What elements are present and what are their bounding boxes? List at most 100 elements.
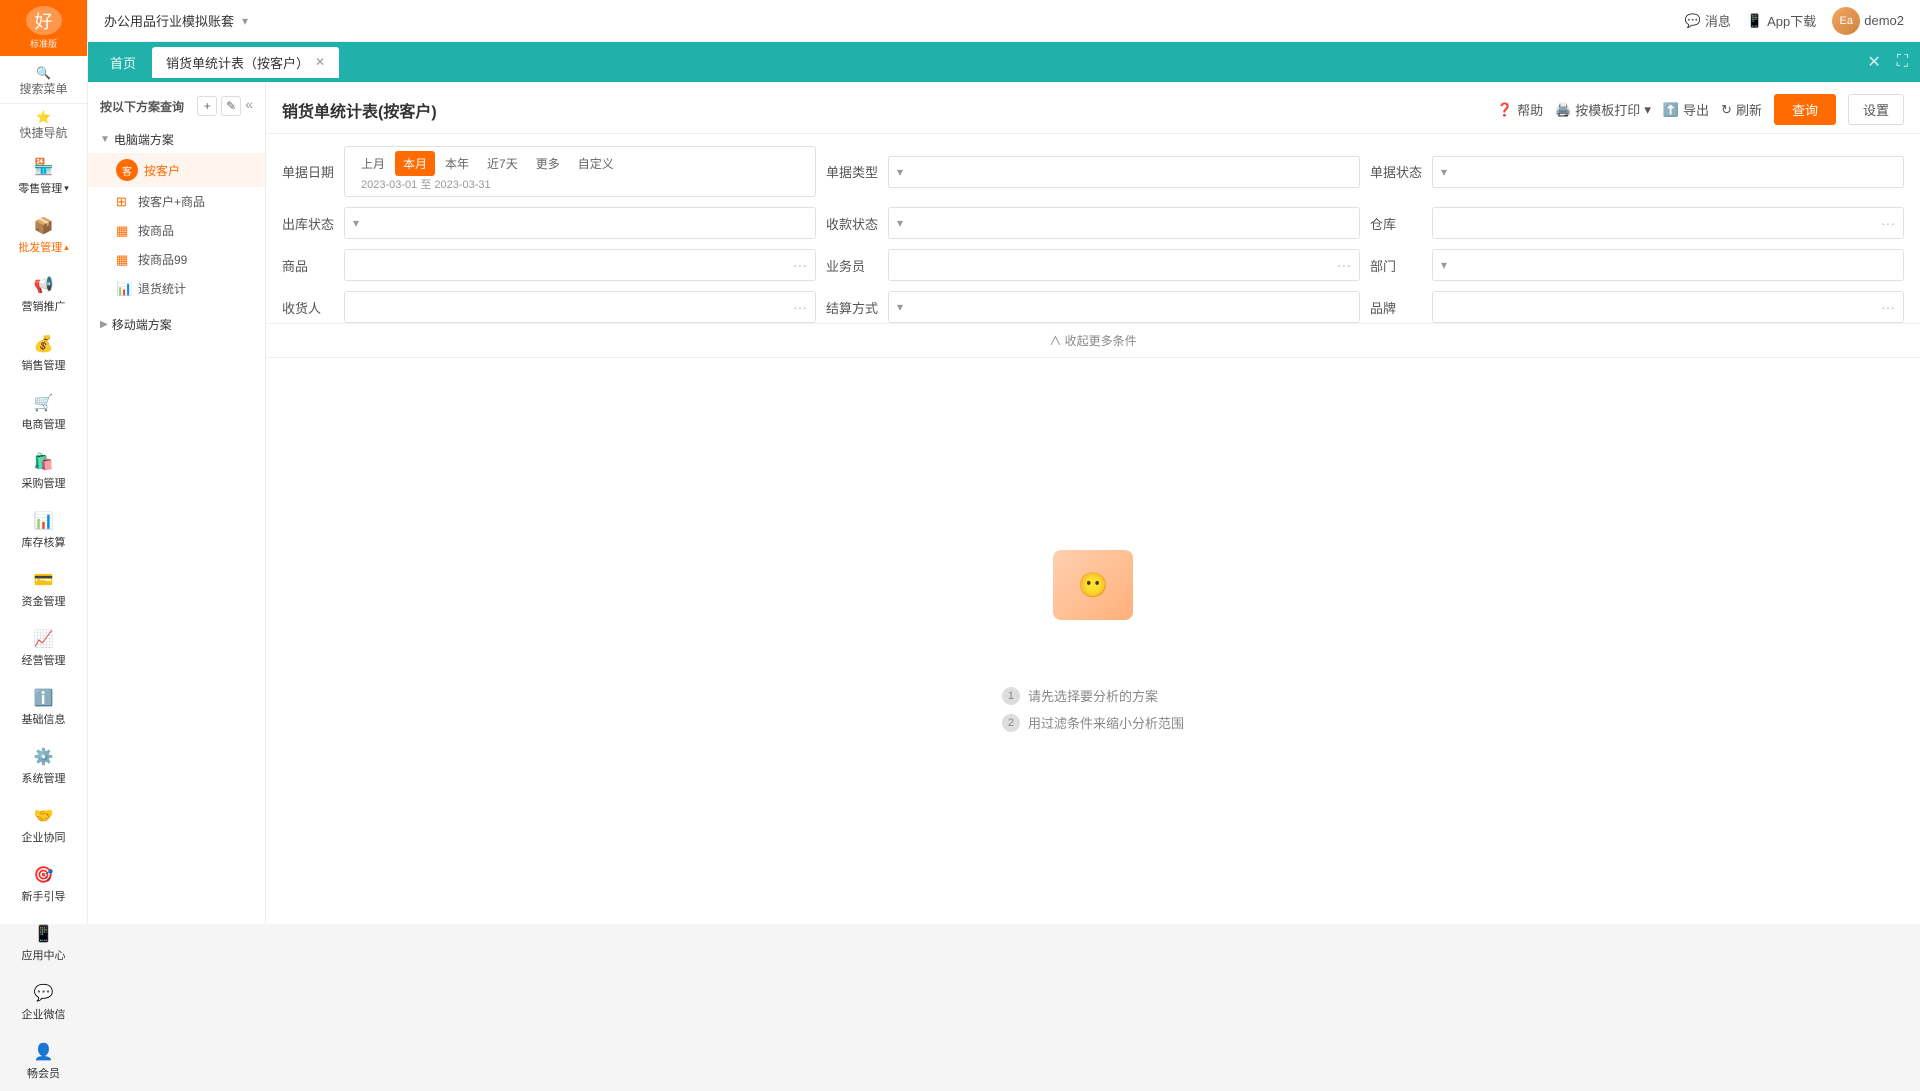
warehouse-label: 仓库 [1370, 214, 1426, 233]
search-button[interactable]: 查询 [1774, 94, 1836, 125]
empty-tip-2: 2 用过滤条件来缩小分析范围 [1002, 713, 1184, 732]
date-tab-more[interactable]: 更多 [528, 151, 568, 176]
salesman-dots: ··· [1337, 257, 1351, 273]
sidebar-item-purchase[interactable]: 🛍️ 采购管理 [0, 442, 87, 501]
settings-button[interactable]: 设置 [1848, 94, 1904, 125]
mobile-group-arrow: ▶ [100, 319, 108, 330]
date-tab-last-7[interactable]: 近7天 [479, 151, 526, 176]
receive-status-control[interactable]: ▾ [888, 207, 1360, 239]
sidebar-item-guide[interactable]: 🎯 新手引导 [0, 855, 87, 914]
dept-label: 部门 [1370, 256, 1426, 275]
sidebar-item-ecommerce[interactable]: 🛒 电商管理 [0, 383, 87, 442]
sidebar-item-inventory[interactable]: 📊 库存核算 [0, 501, 87, 560]
collapse-panel-button[interactable]: « [245, 96, 253, 116]
doc-status-control[interactable]: ▾ [1432, 156, 1904, 188]
scheme-icon-customer: 客 [116, 159, 138, 181]
topbar-dropdown-arrow[interactable]: ▾ [242, 14, 248, 28]
tab-sales-stat[interactable]: 销货单统计表（按客户） ✕ [152, 47, 339, 78]
salesman-control[interactable]: ··· [888, 249, 1360, 281]
receiver-label: 收货人 [282, 298, 338, 317]
receiver-dots: ··· [793, 299, 807, 315]
topbar: 办公用品行业模拟账套 ▾ 💬 消息 📱 App下载 Ea demo2 [88, 0, 1920, 42]
scheme-by-customer[interactable]: 客 按客户 [88, 153, 265, 187]
warehouse-control[interactable]: ··· [1432, 207, 1904, 239]
sidebar-item-app-center[interactable]: 📱 应用中心 [0, 914, 87, 973]
scheme-by-goods-99[interactable]: ▦ 按商品99 [88, 245, 265, 274]
settlement-label: 结算方式 [826, 298, 882, 317]
doc-type-chevron: ▾ [897, 165, 903, 179]
filter-row-1: 单据日期 上月 本月 本年 近7天 更多 自定义 2023-03-01 至 20… [282, 146, 1904, 197]
print-dropdown-arrow: ▾ [1644, 102, 1651, 118]
filter-doc-status: 单据状态 ▾ [1370, 146, 1904, 197]
sidebar-item-basic[interactable]: ℹ️ 基础信息 [0, 678, 87, 737]
collapse-more-button[interactable]: ∧ 收起更多条件 [266, 323, 1920, 358]
sidebar-item-wholesale[interactable]: 📦 批发管理 ▴ [0, 206, 87, 265]
sidebar-item-enterprise[interactable]: 🤝 企业协同 [0, 796, 87, 855]
date-tab-this-year[interactable]: 本年 [437, 151, 477, 176]
goods-control[interactable]: ··· [344, 249, 816, 281]
sidebar-item-operation[interactable]: 📈 经营管理 [0, 619, 87, 678]
refresh-button[interactable]: ↻ 刷新 [1721, 100, 1762, 119]
receiver-control[interactable]: ··· [344, 291, 816, 323]
brand-label: 品牌 [1370, 298, 1426, 317]
main-area: 办公用品行业模拟账套 ▾ 💬 消息 📱 App下载 Ea demo2 首页 销货… [88, 0, 1920, 924]
date-tab-last-month[interactable]: 上月 [353, 151, 393, 176]
content-area: 按以下方案查询 + ✎ « ▼ 电脑端方案 客 按客户 ⊞ [88, 82, 1920, 924]
home-tab-label: 首页 [110, 53, 136, 72]
sidebar-item-wechat[interactable]: 💬 企业微信 [0, 973, 87, 1032]
date-tab-custom[interactable]: 自定义 [570, 151, 622, 176]
app-download-button[interactable]: 📱 App下载 [1747, 11, 1816, 30]
message-button[interactable]: 💬 消息 [1685, 11, 1731, 30]
filter-dept: 部门 ▾ [1370, 249, 1904, 281]
tab-close-all-button[interactable]: ✕ [1863, 50, 1884, 74]
tab-close-button[interactable]: ✕ [315, 55, 325, 69]
settlement-control[interactable]: ▾ [888, 291, 1360, 323]
mobile-group-header[interactable]: ▶ 移动端方案 [88, 311, 265, 338]
edit-scheme-button[interactable]: ✎ [221, 96, 241, 116]
scheme-by-goods[interactable]: ▦ 按商品 [88, 216, 265, 245]
date-label: 单据日期 [282, 162, 338, 181]
left-panel: 按以下方案查询 + ✎ « ▼ 电脑端方案 客 按客户 ⊞ [88, 82, 266, 924]
filter-receive-status: 收款状态 ▾ [826, 207, 1360, 239]
export-button[interactable]: ⬆️ 导出 [1663, 100, 1709, 119]
empty-state: 😶 1 请先选择要分析的方案 2 用过滤条件来缩小分析范围 [266, 358, 1920, 924]
date-tab-this-month[interactable]: 本月 [395, 151, 435, 176]
goods-dots: ··· [793, 257, 807, 273]
dept-control[interactable]: ▾ [1432, 249, 1904, 281]
scheme-refund-stat[interactable]: 📊 退货统计 [88, 274, 265, 303]
sidebar-item-search[interactable]: 🔍 搜索菜单 [0, 56, 87, 103]
sidebar-item-finance[interactable]: 💳 资金管理 [0, 560, 87, 619]
scheme-by-customer-goods[interactable]: ⊞ 按客户+商品 [88, 187, 265, 216]
export-icon: ⬆️ [1663, 102, 1679, 118]
sidebar-item-quick-nav[interactable]: ⭐ 快捷导航 [0, 103, 87, 147]
desktop-scheme-group: ▼ 电脑端方案 客 按客户 ⊞ 按客户+商品 ▦ 按商品 ▦ 按商品 [88, 122, 265, 307]
warehouse-dots: ··· [1881, 215, 1895, 231]
date-control[interactable]: 上月 本月 本年 近7天 更多 自定义 2023-03-01 至 2023-03… [344, 146, 816, 197]
tabbar: 首页 销货单统计表（按客户） ✕ ✕ ⛶ [88, 42, 1920, 82]
sidebar-item-retail[interactable]: 🏪 零售管理 ▾ [0, 147, 87, 206]
sidebar-item-member[interactable]: 👤 畅会员 [0, 1032, 87, 1091]
desktop-group-header[interactable]: ▼ 电脑端方案 [88, 126, 265, 153]
help-button[interactable]: ❓ 帮助 [1497, 100, 1543, 119]
scheme-icon-bar: ⊞ [116, 194, 132, 210]
sidebar-item-system[interactable]: ⚙️ 系统管理 [0, 737, 87, 796]
scheme-icon-table: ▦ [116, 223, 132, 239]
topbar-right: 💬 消息 📱 App下载 Ea demo2 [1685, 7, 1904, 35]
sales-stat-tab-label: 销货单统计表（按客户） [166, 53, 309, 72]
add-scheme-button[interactable]: + [197, 96, 217, 116]
user-menu[interactable]: Ea demo2 [1832, 7, 1904, 35]
brand-control[interactable]: ··· [1432, 291, 1904, 323]
empty-tip-1: 1 请先选择要分析的方案 [1002, 686, 1184, 705]
print-button[interactable]: 🖨️ 按模板打印 ▾ [1555, 100, 1651, 119]
out-status-control[interactable]: ▾ [344, 207, 816, 239]
panel-actions: + ✎ « [197, 96, 253, 116]
sidebar-item-sales[interactable]: 💰 销售管理 [0, 324, 87, 383]
sidebar-item-marketing[interactable]: 📢 营销推广 [0, 265, 87, 324]
filter-warehouse: 仓库 ··· [1370, 207, 1904, 239]
doc-type-control[interactable]: ▾ [888, 156, 1360, 188]
tab-home[interactable]: 首页 [96, 47, 150, 78]
filter-row-2: 出库状态 ▾ 收款状态 ▾ 仓库 ··· [282, 207, 1904, 239]
tab-maximize-button[interactable]: ⛶ [1893, 51, 1912, 73]
filter-salesman: 业务员 ··· [826, 249, 1360, 281]
scheme-icon-refund: 📊 [116, 281, 132, 297]
